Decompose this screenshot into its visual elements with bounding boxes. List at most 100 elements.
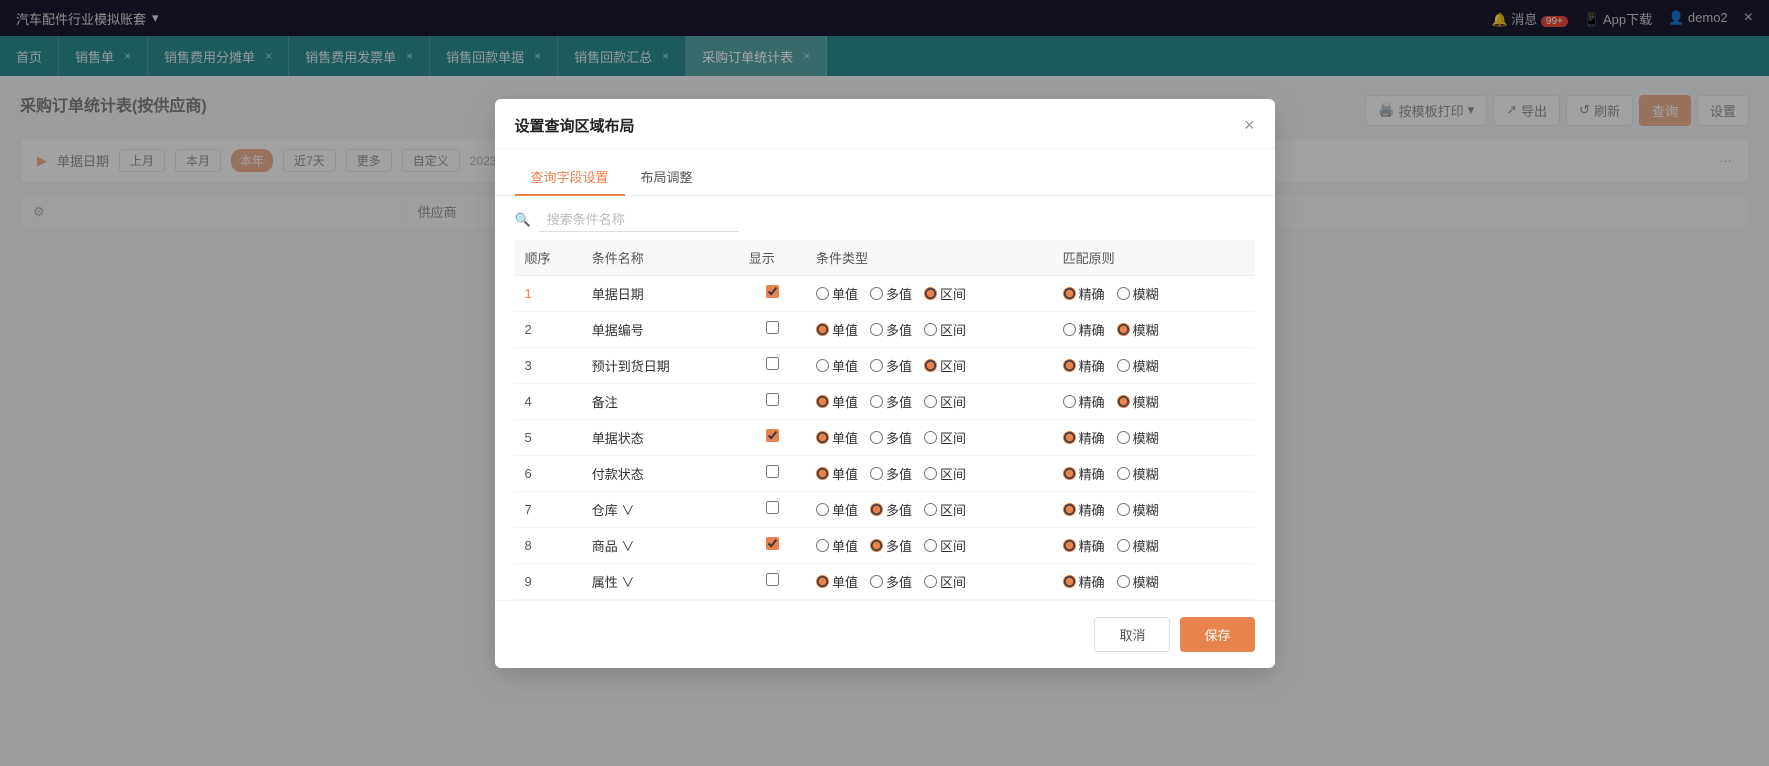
table-row-type[interactable]: 单值多值区间 xyxy=(806,491,1053,527)
table-row-display[interactable] xyxy=(739,563,806,599)
table-row-type[interactable]: 单值多值区间 xyxy=(806,347,1053,383)
type-radio-单值[interactable]: 单值 xyxy=(816,572,858,591)
match-radio-精确[interactable]: 精确 xyxy=(1063,320,1105,339)
type-radio-多值[interactable]: 多值 xyxy=(870,464,912,483)
match-radio-模糊[interactable]: 模糊 xyxy=(1117,284,1159,303)
type-radio-单值[interactable]: 单值 xyxy=(816,356,858,375)
match-radio-精确[interactable]: 精确 xyxy=(1063,356,1105,375)
display-checkbox[interactable] xyxy=(766,285,779,298)
col-type: 条件类型 xyxy=(806,240,1053,276)
display-checkbox[interactable] xyxy=(766,321,779,334)
match-radio-精确[interactable]: 精确 xyxy=(1063,284,1105,303)
cancel-button[interactable]: 取消 xyxy=(1094,617,1170,652)
match-radio-精确[interactable]: 精确 xyxy=(1063,536,1105,555)
table-row-type[interactable]: 单值多值区间 xyxy=(806,275,1053,311)
type-radio-多值[interactable]: 多值 xyxy=(870,320,912,339)
type-radio-多值[interactable]: 多值 xyxy=(870,392,912,411)
table-row-name: 预计到货日期 xyxy=(582,347,739,383)
match-radio-精确[interactable]: 精确 xyxy=(1063,572,1105,591)
display-checkbox[interactable] xyxy=(766,501,779,514)
table-row-name: 备注 xyxy=(582,383,739,419)
match-radio-精确[interactable]: 精确 xyxy=(1063,464,1105,483)
type-radio-单值[interactable]: 单值 xyxy=(816,284,858,303)
display-checkbox[interactable] xyxy=(766,465,779,478)
type-radio-多值[interactable]: 多值 xyxy=(870,284,912,303)
table-row-display[interactable] xyxy=(739,455,806,491)
type-radio-多值[interactable]: 多值 xyxy=(870,428,912,447)
table-row-match[interactable]: 精确模糊 xyxy=(1053,563,1255,599)
match-radio-模糊[interactable]: 模糊 xyxy=(1117,500,1159,519)
type-radio-单值[interactable]: 单值 xyxy=(816,428,858,447)
modal-close-button[interactable]: × xyxy=(1244,115,1255,136)
table-row-match[interactable]: 精确模糊 xyxy=(1053,275,1255,311)
match-radio-模糊[interactable]: 模糊 xyxy=(1117,320,1159,339)
type-radio-单值[interactable]: 单值 xyxy=(816,500,858,519)
tab-layout[interactable]: 布局调整 xyxy=(625,159,709,196)
match-radio-模糊[interactable]: 模糊 xyxy=(1117,428,1159,447)
display-checkbox[interactable] xyxy=(766,537,779,550)
type-radio-多值[interactable]: 多值 xyxy=(870,572,912,591)
table-row-type[interactable]: 单值多值区间 xyxy=(806,527,1053,563)
table-row-name: 商品 ∨ xyxy=(582,527,739,563)
match-radio-精确[interactable]: 精确 xyxy=(1063,428,1105,447)
table-row-type[interactable]: 单值多值区间 xyxy=(806,419,1053,455)
display-checkbox[interactable] xyxy=(766,573,779,586)
table-row-match[interactable]: 精确模糊 xyxy=(1053,311,1255,347)
type-radio-多值[interactable]: 多值 xyxy=(870,356,912,375)
modal-header: 设置查询区域布局 × xyxy=(495,99,1275,149)
type-radio-区间[interactable]: 区间 xyxy=(924,428,966,447)
type-radio-区间[interactable]: 区间 xyxy=(924,392,966,411)
table-row-type[interactable]: 单值多值区间 xyxy=(806,311,1053,347)
type-radio-区间[interactable]: 区间 xyxy=(924,500,966,519)
match-radio-精确[interactable]: 精确 xyxy=(1063,500,1105,519)
match-radio-模糊[interactable]: 模糊 xyxy=(1117,572,1159,591)
match-radio-模糊[interactable]: 模糊 xyxy=(1117,536,1159,555)
match-radio-模糊[interactable]: 模糊 xyxy=(1117,392,1159,411)
type-radio-区间[interactable]: 区间 xyxy=(924,536,966,555)
type-radio-区间[interactable]: 区间 xyxy=(924,284,966,303)
table-row-match[interactable]: 精确模糊 xyxy=(1053,347,1255,383)
type-radio-单值[interactable]: 单值 xyxy=(816,536,858,555)
table-row-match[interactable]: 精确模糊 xyxy=(1053,383,1255,419)
type-radio-单值[interactable]: 单值 xyxy=(816,320,858,339)
type-radio-区间[interactable]: 区间 xyxy=(924,572,966,591)
table-row-order: 9 xyxy=(515,563,582,599)
settings-modal: 设置查询区域布局 × 查询字段设置 布局调整 🔍 顺序 xyxy=(495,99,1275,668)
table-row-display[interactable] xyxy=(739,419,806,455)
match-radio-精确[interactable]: 精确 xyxy=(1063,392,1105,411)
modal-search-area: 🔍 xyxy=(495,196,1275,240)
match-radio-模糊[interactable]: 模糊 xyxy=(1117,356,1159,375)
table-row-display[interactable] xyxy=(739,311,806,347)
condition-search-input[interactable] xyxy=(539,208,739,232)
type-radio-区间[interactable]: 区间 xyxy=(924,320,966,339)
table-row-display[interactable] xyxy=(739,527,806,563)
table-row-name: 单据编号 xyxy=(582,311,739,347)
display-checkbox[interactable] xyxy=(766,357,779,370)
save-button[interactable]: 保存 xyxy=(1180,617,1254,652)
type-radio-区间[interactable]: 区间 xyxy=(924,464,966,483)
type-radio-多值[interactable]: 多值 xyxy=(870,536,912,555)
type-radio-单值[interactable]: 单值 xyxy=(816,392,858,411)
type-radio-多值[interactable]: 多值 xyxy=(870,500,912,519)
table-row-display[interactable] xyxy=(739,347,806,383)
table-row-display[interactable] xyxy=(739,383,806,419)
tab-query-fields[interactable]: 查询字段设置 xyxy=(515,159,625,196)
table-row-order: 6 xyxy=(515,455,582,491)
table-row-match[interactable]: 精确模糊 xyxy=(1053,491,1255,527)
col-order: 顺序 xyxy=(515,240,582,276)
table-row-type[interactable]: 单值多值区间 xyxy=(806,563,1053,599)
match-radio-模糊[interactable]: 模糊 xyxy=(1117,464,1159,483)
table-row-order: 7 xyxy=(515,491,582,527)
type-radio-单值[interactable]: 单值 xyxy=(816,464,858,483)
table-row-type[interactable]: 单值多值区间 xyxy=(806,383,1053,419)
display-checkbox[interactable] xyxy=(766,429,779,442)
table-row-type[interactable]: 单值多值区间 xyxy=(806,455,1053,491)
table-row-match[interactable]: 精确模糊 xyxy=(1053,455,1255,491)
table-row-display[interactable] xyxy=(739,275,806,311)
table-row-display[interactable] xyxy=(739,491,806,527)
condition-table: 顺序 条件名称 显示 条件类型 匹配原则 xyxy=(515,240,1255,600)
table-row-match[interactable]: 精确模糊 xyxy=(1053,527,1255,563)
table-row-match[interactable]: 精确模糊 xyxy=(1053,419,1255,455)
type-radio-区间[interactable]: 区间 xyxy=(924,356,966,375)
display-checkbox[interactable] xyxy=(766,393,779,406)
